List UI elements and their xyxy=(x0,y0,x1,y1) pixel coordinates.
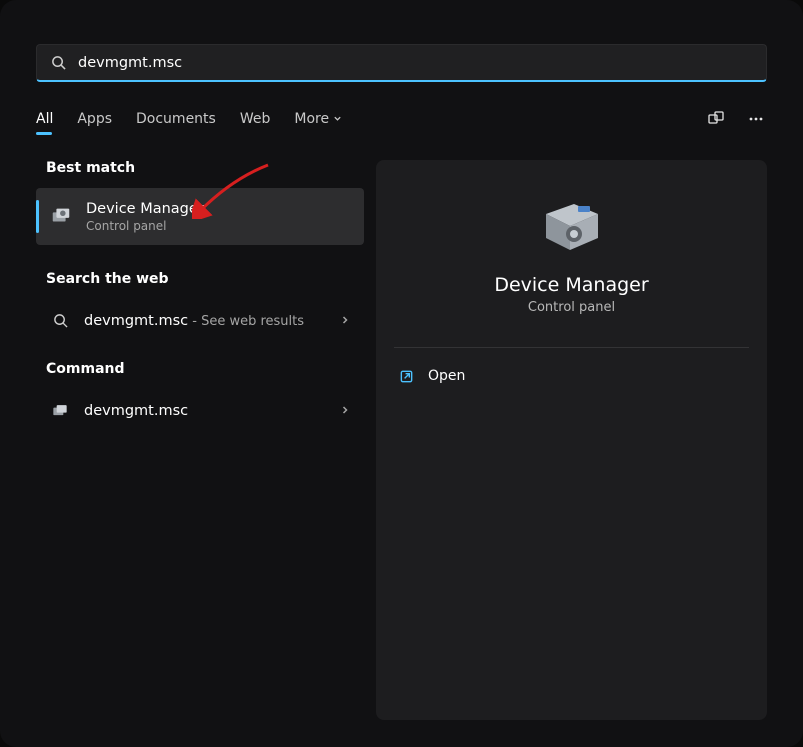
preview-subtitle: Control panel xyxy=(528,300,615,315)
web-result-text: devmgmt.msc - See web results xyxy=(84,313,304,329)
results-area: Best match Device Manager Control panel … xyxy=(36,160,767,720)
header-actions xyxy=(705,108,767,130)
best-match-title: Device Manager xyxy=(86,200,204,219)
results-list: Best match Device Manager Control panel … xyxy=(36,160,364,720)
tab-more-label: More xyxy=(294,111,329,127)
web-result-row[interactable]: devmgmt.msc - See web results xyxy=(36,299,364,343)
command-result-label: devmgmt.msc xyxy=(84,403,188,419)
command-result-row[interactable]: devmgmt.msc xyxy=(36,389,364,433)
tab-more[interactable]: More xyxy=(294,111,342,127)
preview-panel: Device Manager Control panel Open xyxy=(376,160,767,720)
window-arrange-icon[interactable] xyxy=(705,108,727,130)
search-icon xyxy=(51,55,66,70)
device-manager-icon xyxy=(50,205,72,227)
search-input[interactable] xyxy=(78,55,752,71)
tab-documents[interactable]: Documents xyxy=(136,111,216,127)
more-options-icon[interactable] xyxy=(745,108,767,130)
search-bar[interactable] xyxy=(36,44,767,82)
preview-hero: Device Manager Control panel xyxy=(376,160,767,339)
preview-title: Device Manager xyxy=(494,274,648,296)
device-manager-large-icon xyxy=(540,198,604,254)
web-result-suffix: - See web results xyxy=(188,314,304,329)
tab-apps[interactable]: Apps xyxy=(77,111,112,127)
divider xyxy=(394,347,749,348)
open-external-icon xyxy=(398,368,414,384)
section-best-match: Best match xyxy=(46,160,364,176)
tab-web[interactable]: Web xyxy=(240,111,271,127)
msc-file-icon xyxy=(50,401,70,421)
tab-all[interactable]: All xyxy=(36,111,53,127)
chevron-right-icon xyxy=(340,313,350,329)
best-match-subtitle: Control panel xyxy=(86,219,204,233)
filter-tabs-row: All Apps Documents Web More xyxy=(36,108,767,130)
chevron-right-icon xyxy=(340,403,350,419)
search-icon xyxy=(50,311,70,331)
best-match-result[interactable]: Device Manager Control panel xyxy=(36,188,364,245)
search-window: All Apps Documents Web More xyxy=(0,0,803,747)
section-command: Command xyxy=(46,361,364,377)
chevron-down-icon xyxy=(333,111,342,127)
web-result-query: devmgmt.msc xyxy=(84,313,188,329)
section-search-web: Search the web xyxy=(46,271,364,287)
best-match-text: Device Manager Control panel xyxy=(86,200,204,233)
filter-tabs: All Apps Documents Web More xyxy=(36,111,342,127)
open-action[interactable]: Open xyxy=(376,354,767,398)
open-action-label: Open xyxy=(428,368,465,384)
